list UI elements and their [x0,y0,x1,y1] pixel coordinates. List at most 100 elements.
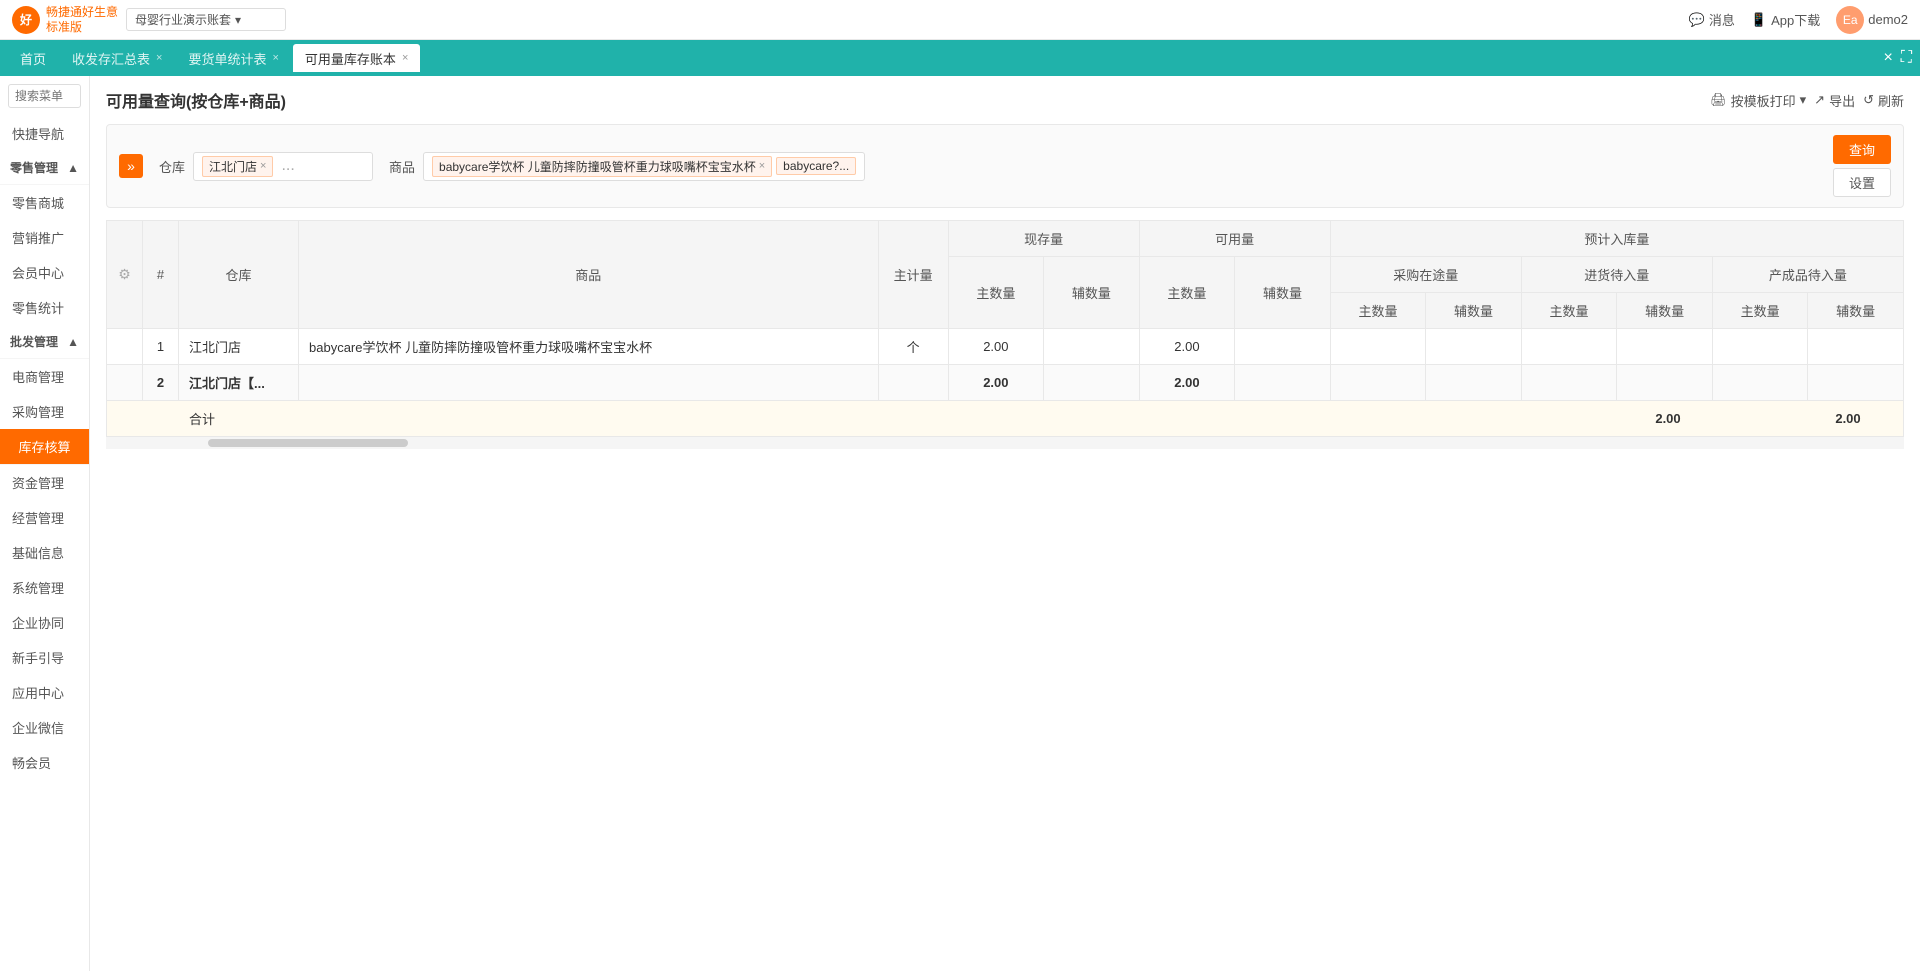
top-bar: 好 畅捷通好生意 标准版 母婴行业演示账套 ▾ 💬 消息 📱 App下载 Ea … [0,0,1920,40]
chevron-icon: ▲ [67,335,79,349]
tab-receipts[interactable]: 收发存汇总表 × [60,44,174,72]
filter-bar: » 仓库 江北门店 × ... 商品 babycare [106,124,1904,208]
th-product: 商品 [299,221,879,329]
cell-index: 1 [143,329,179,365]
product-input[interactable]: babycare学饮杯 儿童防摔防撞吸管杯重力球吸嘴杯宝宝水杯 × babyca… [423,152,865,181]
refresh-icon: ↺ [1863,92,1874,108]
tab-available[interactable]: 可用量库存账本 × [293,44,420,72]
filter-expand-btn[interactable]: » [119,154,143,178]
sidebar-item-purchase[interactable]: 采购管理 [0,394,89,429]
sidebar-item-wholesale[interactable]: 批发管理 ▲ [0,325,89,359]
message-icon: 💬 [1689,12,1705,28]
cell-index-group: 2 [143,365,179,401]
search-input[interactable] [8,84,81,108]
top-bar-left: 好 畅捷通好生意 标准版 母婴行业演示账套 ▾ [12,5,286,34]
app-download-btn[interactable]: 📱 App下载 [1751,10,1820,29]
th-production-aux: 辅数量 [1808,293,1904,329]
cell-production-pending-main [1712,329,1808,365]
refresh-btn[interactable]: ↺ 刷新 [1863,91,1904,110]
fullscreen-btn[interactable]: ⛶ [1901,49,1912,67]
sidebar-item-retail-shop[interactable]: 零售商城 [0,185,89,220]
sidebar-item-retail-stats[interactable]: 零售统计 [0,290,89,325]
cell-purchase-in-transit-aux-group [1426,365,1522,401]
gear-icon[interactable]: ⚙ [118,266,131,282]
sidebar-item-inventory[interactable]: 库存核算 [0,429,89,465]
export-btn[interactable]: ↗ 导出 [1814,91,1855,110]
sidebar-item-enterprise[interactable]: 企业协同 [0,605,89,640]
sidebar-item-members[interactable]: 会员中心 [0,255,89,290]
page-title: 可用量查询(按仓库+商品) [106,88,286,112]
sidebar-item-ecommerce[interactable]: 电商管理 [0,359,89,394]
org-selector[interactable]: 母婴行业演示账套 ▾ [126,8,286,31]
sidebar-item-appcenter[interactable]: 应用中心 [0,675,89,710]
sidebar-item-retail[interactable]: 零售管理 ▲ [0,151,89,185]
sidebar-item-finance[interactable]: 资金管理 [0,465,89,500]
cell-current-aux-qty [1044,329,1140,365]
chevron-down-icon: ▾ [1800,92,1807,108]
data-table-wrap: ⚙ # 仓库 商品 主计量 现存量 可用量 预计入库量 主数量 辅 [106,220,1904,449]
export-icon: ↗ [1814,92,1825,108]
template-print-btn[interactable]: 🖨 按模板打印 ▾ [1710,91,1806,110]
table-group-row: 2 江北门店【... 2.00 2.00 [107,365,1904,401]
sidebar-item-operations[interactable]: 经营管理 [0,500,89,535]
query-button[interactable]: 查询 [1833,135,1891,164]
cell-gear [107,329,143,365]
product-label: 商品 [389,157,415,176]
scrollbar-area [106,437,1904,449]
footer-current-main: 2.00 [1623,411,1713,426]
scrollbar-thumb[interactable] [208,439,408,447]
cell-purchase-in-transit-aux [1426,329,1522,365]
footer-available-main: 2.00 [1803,411,1893,426]
content-area: 可用量查询(按仓库+商品) 🖨 按模板打印 ▾ ↗ 导出 ↺ 刷新 [90,76,1920,971]
product-filter-group: 商品 babycare学饮杯 儿童防摔防撞吸管杯重力球吸嘴杯宝宝水杯 × bab… [389,152,865,181]
message-btn[interactable]: 💬 消息 [1689,10,1735,29]
filter-actions: 查询 设置 [1833,135,1891,197]
th-forecast-inbound: 预计入库量 [1330,221,1903,257]
cell-purchase-in-transit-main [1330,329,1426,365]
chevron-down-icon: ▾ [235,13,241,27]
th-warehouse: 仓库 [179,221,299,329]
user-profile[interactable]: Ea demo2 [1836,6,1908,34]
th-current-aux-qty: 辅数量 [1044,257,1140,329]
cell-available-aux-qty [1235,329,1331,365]
warehouse-filter-group: 仓库 江北门店 × ... [159,152,373,181]
close-tab-available[interactable]: × [402,52,408,64]
th-available-main-qty: 主数量 [1139,257,1235,329]
warehouse-input[interactable]: 江北门店 × ... [193,152,373,181]
sidebar-item-newguide[interactable]: 新手引导 [0,640,89,675]
cell-inbound-pending-main-group [1521,365,1617,401]
sidebar-item-quicknav[interactable]: 快捷导航 [0,116,89,151]
close-tab-receipts[interactable]: × [156,52,162,64]
warehouse-label: 仓库 [159,157,185,176]
avatar: Ea [1836,6,1864,34]
sidebar-item-system[interactable]: 系统管理 [0,570,89,605]
cell-production-pending-main-group [1712,365,1808,401]
footer-label: 合计 [189,409,309,428]
download-icon: 📱 [1751,12,1767,28]
setting-button[interactable]: 设置 [1833,168,1891,197]
th-inbound-main: 主数量 [1521,293,1617,329]
remove-warehouse-tag[interactable]: × [260,160,266,172]
close-all-tabs[interactable]: × [1883,49,1892,67]
product-tag-1: babycare?... [776,157,856,175]
sidebar-item-basics[interactable]: 基础信息 [0,535,89,570]
th-purchase-aux: 辅数量 [1426,293,1522,329]
print-icon: 🖨 [1710,92,1727,108]
table-row: 1 江北门店 babycare学饮杯 儿童防摔防撞吸管杯重力球吸嘴杯宝宝水杯 个… [107,329,1904,365]
cell-available-main-qty: 2.00 [1139,329,1235,365]
cell-warehouse: 江北门店 [179,329,299,365]
cell-gear-group [107,365,143,401]
warehouse-more[interactable]: ... [277,157,298,175]
tab-home[interactable]: 首页 [8,44,58,72]
close-tab-requisition[interactable]: × [272,52,278,64]
sidebar-item-wechat[interactable]: 企业微信 [0,710,89,745]
data-table: ⚙ # 仓库 商品 主计量 现存量 可用量 预计入库量 主数量 辅 [106,220,1904,401]
cell-purchase-in-transit-main-group [1330,365,1426,401]
remove-product-tag-0[interactable]: × [759,160,765,172]
tab-requisition[interactable]: 要货单统计表 × [176,44,290,72]
sidebar-item-member[interactable]: 畅会员 [0,745,89,780]
th-main-unit: 主计量 [878,221,948,329]
cell-available-aux-qty-group [1235,365,1331,401]
nav-tabs-actions: × ⛶ [1883,49,1912,67]
sidebar-item-marketing[interactable]: 营销推广 [0,220,89,255]
